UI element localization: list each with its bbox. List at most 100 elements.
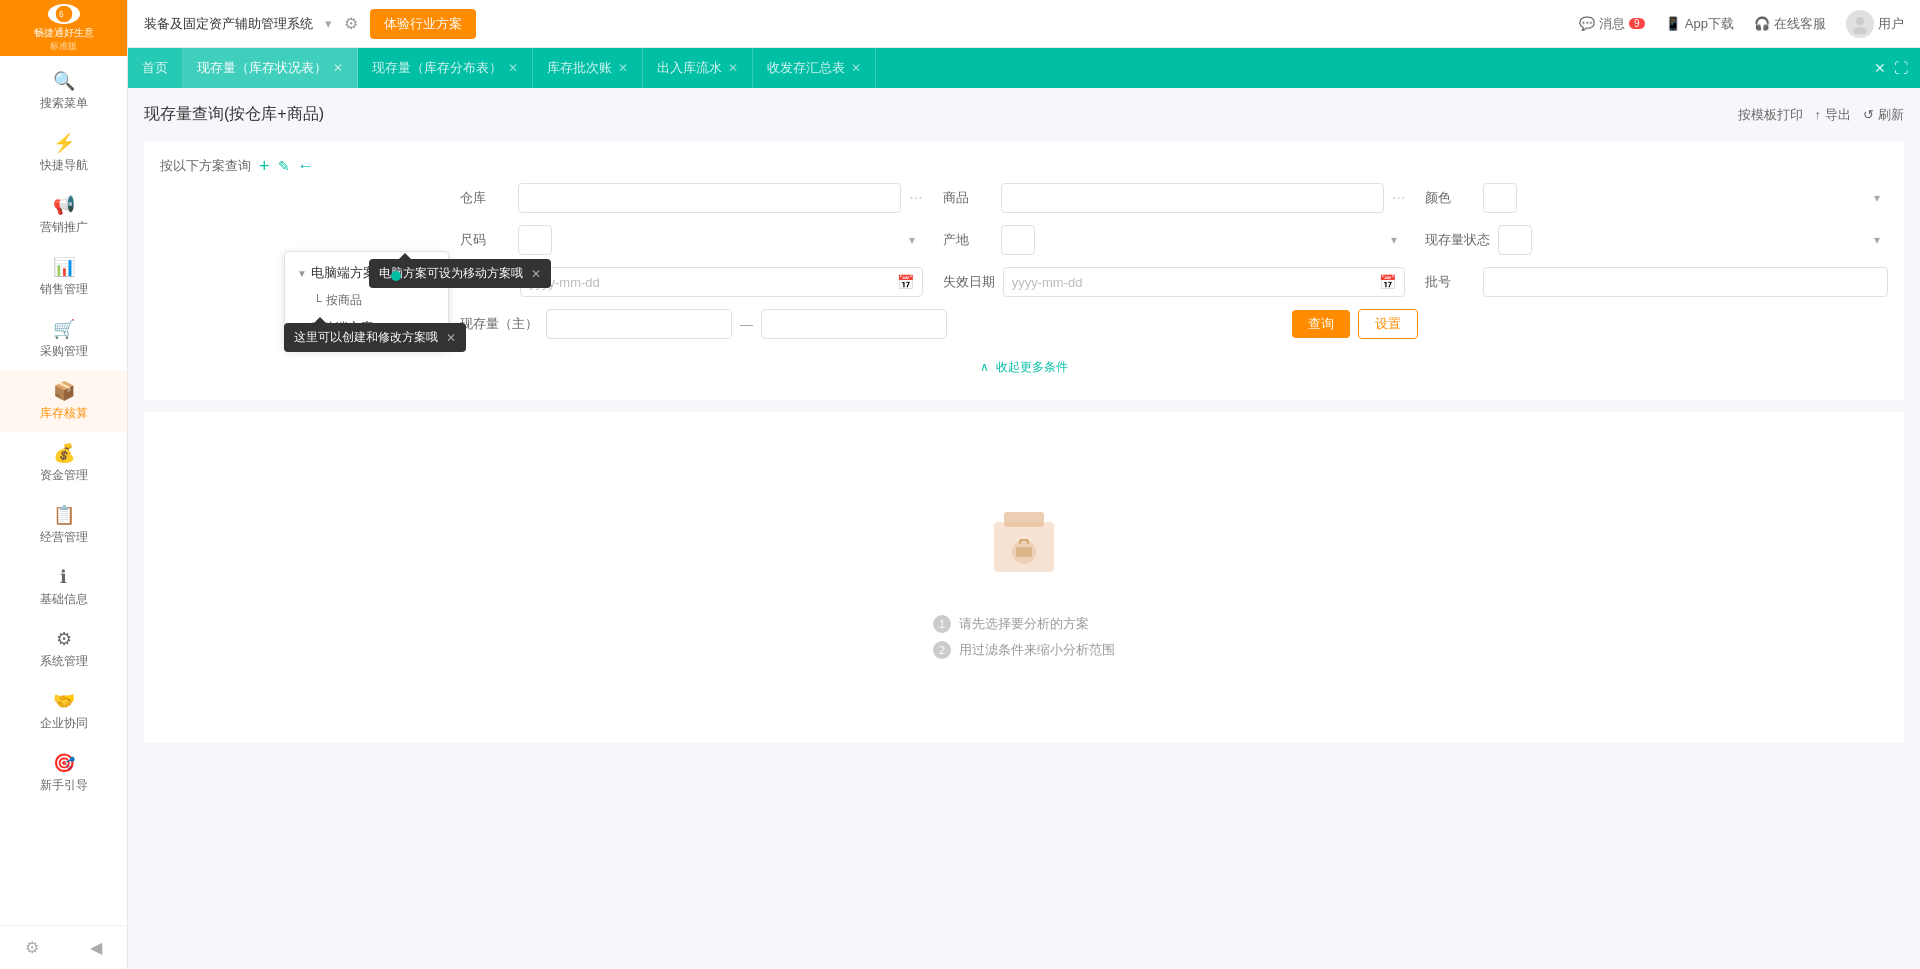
logo-icon: 6: [48, 4, 80, 24]
svg-point-3: [1853, 27, 1867, 34]
filter-row-4: 现存量（主） — 查询 设置: [460, 309, 1888, 339]
sidebar-item-inventory[interactable]: 📦 库存核算: [0, 370, 127, 432]
back-btn[interactable]: ←: [298, 157, 314, 175]
tab-close-icon[interactable]: ✕: [618, 61, 628, 75]
warehouse-input[interactable]: [518, 183, 901, 213]
tab-label: 出入库流水: [657, 59, 722, 77]
empty-hints: 1 请先选择要分析的方案 2 用过滤条件来缩小分析范围: [933, 611, 1115, 663]
sidebar-item-label: 系统管理: [40, 653, 88, 670]
message-btn[interactable]: 💬 消息 9: [1579, 15, 1645, 33]
sidebar: 6 畅捷通好生意 标准版 🔍 搜索菜单 ⚡ 快捷导航 📢 营销推广 📊 销售管理…: [0, 0, 128, 969]
sidebar-item-sales[interactable]: 📊 销售管理: [0, 246, 127, 308]
app-download-label: App下载: [1685, 15, 1734, 33]
sidebar-item-collab[interactable]: 🤝 企业协同: [0, 680, 127, 742]
sidebar-item-nav[interactable]: ⚡ 快捷导航: [0, 122, 127, 184]
svg-rect-5: [1004, 512, 1044, 527]
expiry-date-placeholder: yyyy-mm-dd: [1012, 275, 1083, 290]
export-icon: ↑: [1815, 107, 1822, 122]
tab-home[interactable]: 首页: [128, 48, 183, 88]
collapse-bar[interactable]: ∧ 收起更多条件: [160, 351, 1888, 384]
goods-input[interactable]: [1001, 183, 1384, 213]
tab-close-icon[interactable]: ✕: [333, 61, 343, 75]
export-btn[interactable]: ↑ 导出: [1815, 106, 1852, 124]
tab-close-icon[interactable]: ✕: [508, 61, 518, 75]
tab-batch-account[interactable]: 库存批次账 ✕: [533, 48, 643, 88]
system-dropdown-icon[interactable]: ▾: [325, 16, 332, 31]
stock-status-select[interactable]: [1498, 225, 1532, 255]
tab-close-icon[interactable]: ✕: [851, 61, 861, 75]
svg-point-0: [55, 5, 72, 22]
sidebar-item-marketing[interactable]: 📢 营销推广: [0, 184, 127, 246]
batch-input[interactable]: [1483, 267, 1888, 297]
industry-plan-btn[interactable]: 体验行业方案: [370, 9, 476, 39]
stock-status-label: 现存量状态: [1425, 231, 1490, 249]
online-support-btn[interactable]: 🎧 在线客服: [1754, 15, 1826, 33]
tab-label: 首页: [142, 59, 168, 77]
edit-scheme-btn[interactable]: ✎: [278, 158, 290, 174]
sidebar-item-purchase[interactable]: 🛒 采购管理: [0, 308, 127, 370]
tab-label: 收发存汇总表: [767, 59, 845, 77]
page-content: 现存量查询(按仓库+商品) 按模板打印 ↑ 导出 ↺ 刷新 按以下方案查询 + …: [128, 88, 1920, 969]
tab-inventory-status[interactable]: 现存量（库存状况表） ✕: [183, 48, 358, 88]
refresh-btn[interactable]: ↺ 刷新: [1863, 106, 1904, 124]
tab-summary[interactable]: 收发存汇总表 ✕: [753, 48, 876, 88]
dash-separator: —: [740, 317, 753, 332]
sidebar-item-management[interactable]: 📋 经营管理: [0, 494, 127, 556]
reset-btn[interactable]: 设置: [1358, 309, 1418, 339]
sidebar-item-guide[interactable]: 🎯 新手引导: [0, 742, 127, 804]
page-title-text: 现存量查询(按仓库+商品): [144, 104, 324, 125]
expiry-date-input[interactable]: yyyy-mm-dd 📅: [1003, 267, 1406, 297]
color-label: 颜色: [1425, 189, 1475, 207]
add-scheme-btn[interactable]: +: [259, 157, 270, 175]
filter-fields-area: 仓库 ··· 商品 ··· 颜色: [460, 183, 1888, 339]
stock-qty-field: 现存量（主） —: [460, 309, 947, 339]
sidebar-item-label: 采购管理: [40, 343, 88, 360]
sidebar-item-search[interactable]: 🔍 搜索菜单: [0, 60, 127, 122]
sidebar-item-label: 企业协同: [40, 715, 88, 732]
production-date-input[interactable]: yyyy-mm-dd 📅: [520, 267, 923, 297]
message-label: 消息: [1599, 15, 1625, 33]
sidebar-item-system[interactable]: ⚙ 系统管理: [0, 618, 127, 680]
warehouse-dots[interactable]: ···: [909, 189, 922, 207]
filter-header: 按以下方案查询 + ✎ ←: [160, 157, 1888, 175]
sidebar-item-basic-info[interactable]: ℹ 基础信息: [0, 556, 127, 618]
origin-select[interactable]: [1001, 225, 1035, 255]
collapse-sidebar-btn[interactable]: ◀: [90, 938, 102, 957]
sidebar-item-label: 新手引导: [40, 777, 88, 794]
tab-stock-flow[interactable]: 出入库流水 ✕: [643, 48, 753, 88]
purchase-icon: 🛒: [53, 318, 75, 340]
tooltip-create-close[interactable]: ✕: [446, 331, 456, 345]
sidebar-menu: 🔍 搜索菜单 ⚡ 快捷导航 📢 营销推广 📊 销售管理 🛒 采购管理 📦 库存核…: [0, 56, 127, 925]
svg-text:6: 6: [59, 9, 64, 19]
tooltip-scheme-close[interactable]: ✕: [531, 267, 541, 281]
info-icon: ℹ: [60, 566, 67, 588]
settings-bottom-btn[interactable]: ⚙: [25, 938, 39, 957]
goods-dots[interactable]: ···: [1392, 189, 1405, 207]
size-select-wrapper: [518, 225, 923, 255]
stock-qty-min[interactable]: [546, 309, 732, 339]
message-badge: 9: [1629, 18, 1645, 29]
print-btn[interactable]: 按模板打印: [1738, 106, 1803, 124]
expiry-date-label: 失效日期: [943, 273, 995, 291]
scheme-sub-item[interactable]: └ 按商品: [285, 288, 448, 313]
query-btn[interactable]: 查询: [1292, 310, 1350, 338]
stock-qty-max[interactable]: [761, 309, 947, 339]
tab-controls: ✕ ⛶: [1862, 60, 1920, 76]
online-support-label: 在线客服: [1774, 15, 1826, 33]
user-profile-btn[interactable]: 用户: [1846, 10, 1904, 38]
tab-close-icon[interactable]: ✕: [728, 61, 738, 75]
stock-status-field: 现存量状态: [1425, 225, 1888, 255]
tab-label: 库存批次账: [547, 59, 612, 77]
tab-inventory-dist[interactable]: 现存量（库存分布表） ✕: [358, 48, 533, 88]
settings-icon[interactable]: ⚙: [344, 14, 358, 33]
sidebar-item-finance[interactable]: 💰 资金管理: [0, 432, 127, 494]
goods-label: 商品: [943, 189, 993, 207]
hint-num-2: 2: [933, 641, 951, 659]
app-download-btn[interactable]: 📱 App下载: [1665, 15, 1734, 33]
color-select[interactable]: [1483, 183, 1517, 213]
tab-close-all-icon[interactable]: ✕: [1874, 60, 1886, 76]
tab-maximize-icon[interactable]: ⛶: [1894, 60, 1908, 76]
refresh-label: 刷新: [1878, 106, 1904, 124]
svg-point-2: [1856, 17, 1864, 25]
size-select[interactable]: [518, 225, 552, 255]
